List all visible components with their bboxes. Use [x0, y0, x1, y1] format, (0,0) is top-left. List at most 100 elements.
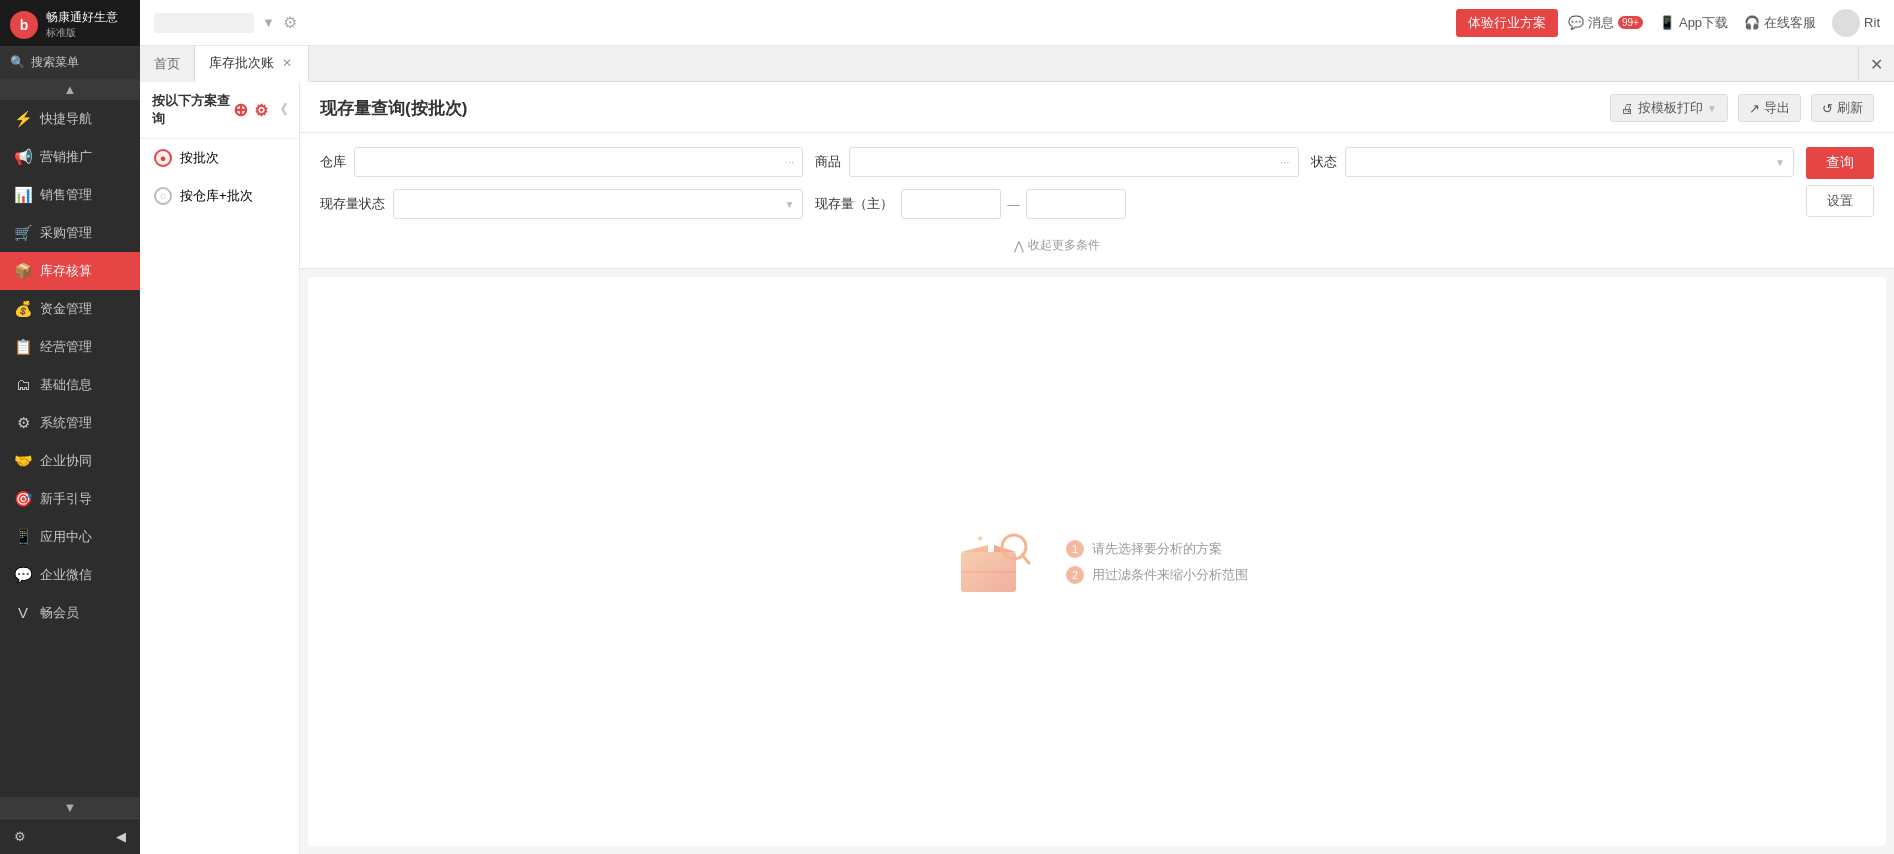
sidebar-label-system: 系统管理	[40, 414, 92, 432]
messages-badge: 99+	[1618, 16, 1643, 29]
add-scheme-icon[interactable]: ⊕	[233, 99, 248, 121]
collapse-filter-button[interactable]: ⋀ 收起更多条件	[320, 231, 1794, 254]
product-more-icon[interactable]: ···	[1280, 155, 1290, 169]
by-batch-icon: ●	[154, 149, 172, 167]
stock-status-select[interactable]: ▼	[393, 189, 803, 219]
sidebar-scroll-up[interactable]: ▲	[0, 79, 140, 100]
breadcrumb-input[interactable]	[154, 13, 254, 33]
settings-icon[interactable]: ⚙	[14, 829, 26, 844]
app-logo: b	[10, 11, 38, 39]
sidebar-item-wx[interactable]: 💬 企业微信	[0, 556, 140, 594]
sidebar-item-vip[interactable]: V 畅会员	[0, 594, 140, 632]
stock-qty-min[interactable]	[901, 189, 1001, 219]
sidebar: b 畅康通好生意 标准版 🔍 搜索菜单 ▲ ⚡ 快捷导航 📢 营销推广 📊 销售…	[0, 0, 140, 854]
sidebar-items: ⚡ 快捷导航 📢 营销推广 📊 销售管理 🛒 采购管理 📦 库存核算 💰 资金管…	[0, 100, 140, 797]
empty-tip-2: 2 用过滤条件来缩小分析范围	[1066, 566, 1248, 584]
refresh-icon: ↺	[1822, 101, 1833, 116]
sidebar-label-finance: 资金管理	[40, 300, 92, 318]
collapse-sidebar-icon[interactable]: ◀	[116, 829, 126, 844]
sidebar-item-purchase[interactable]: 🛒 采购管理	[0, 214, 140, 252]
sidebar-scroll-down[interactable]: ▼	[0, 797, 140, 818]
print-button[interactable]: 🖨 按模板打印 ▼	[1610, 94, 1728, 122]
tab-close-icon[interactable]: ✕	[280, 56, 294, 70]
filter-row-2: 现存量状态 ▼ 现存量（主） —	[320, 189, 1794, 219]
export-icon: ↗	[1749, 101, 1760, 116]
trial-button[interactable]: 体验行业方案	[1456, 9, 1558, 37]
sidebar-icon-sales: 📊	[14, 186, 32, 204]
empty-tips: 1 请先选择要分析的方案 2 用过滤条件来缩小分析范围	[1066, 540, 1248, 584]
search-icon: 🔍	[10, 55, 25, 69]
sidebar-item-finance[interactable]: 💰 资金管理	[0, 290, 140, 328]
avatar	[1832, 9, 1860, 37]
export-button[interactable]: ↗ 导出	[1738, 94, 1801, 122]
sidebar-icon-purchase: 🛒	[14, 224, 32, 242]
sidebar-item-marketing[interactable]: 📢 营销推广	[0, 138, 140, 176]
filter-row-1: 仓库 ··· 商品 ···	[320, 147, 1794, 177]
sidebar-item-basic[interactable]: 🗂 基础信息	[0, 366, 140, 404]
refresh-button[interactable]: ↺ 刷新	[1811, 94, 1874, 122]
stock-status-label: 现存量状态	[320, 195, 385, 213]
dropdown-icon[interactable]: ▼	[262, 15, 275, 30]
sidebar-item-operation[interactable]: 📋 经营管理	[0, 328, 140, 366]
tab-inventory-batch-label: 库存批次账	[209, 54, 274, 72]
collapse-label: 收起更多条件	[1028, 237, 1100, 254]
topbar: ▼ ⚙ 体验行业方案 💬 消息 99+ 📱 App下载 🎧 在线客服 Rit	[140, 0, 1894, 46]
stock-qty-label: 现存量（主）	[815, 195, 893, 213]
user-name: Rit	[1864, 15, 1880, 30]
status-select[interactable]: ▼	[1345, 147, 1794, 177]
sidebar-label-operation: 经营管理	[40, 338, 92, 356]
sidebar-label-inventory: 库存核算	[40, 262, 92, 280]
sidebar-icon-marketing: 📢	[14, 148, 32, 166]
filter-area: 仓库 ··· 商品 ···	[300, 133, 1894, 269]
filter-settings-button[interactable]: 设置	[1806, 185, 1874, 217]
product-label: 商品	[815, 153, 841, 171]
filter-product: 商品 ···	[815, 147, 1298, 177]
warehouse-input[interactable]: ···	[354, 147, 803, 177]
empty-content: ✦ 1 请先选择要分析的方案 2 用过滤条件来缩小分析范围	[946, 517, 1248, 607]
sidebar-item-app-center[interactable]: 📱 应用中心	[0, 518, 140, 556]
scheme-item-by-batch[interactable]: ● 按批次	[140, 139, 299, 177]
collapse-panel-icon[interactable]: 《	[274, 101, 287, 119]
sidebar-label-vip: 畅会员	[40, 604, 79, 622]
by-warehouse-batch-label: 按仓库+批次	[180, 187, 253, 205]
svg-marker-2	[994, 545, 1016, 552]
app-download-button[interactable]: 📱 App下载	[1659, 14, 1728, 32]
sidebar-item-system[interactable]: ⚙ 系统管理	[0, 404, 140, 442]
sidebar-label-guide: 新手引导	[40, 490, 92, 508]
sidebar-item-enterprise[interactable]: 🤝 企业协同	[0, 442, 140, 480]
product-input[interactable]: ···	[849, 147, 1298, 177]
empty-state: ✦ 1 请先选择要分析的方案 2 用过滤条件来缩小分析范围	[308, 277, 1886, 846]
sidebar-item-guide[interactable]: 🎯 新手引导	[0, 480, 140, 518]
empty-tip-1: 1 请先选择要分析的方案	[1066, 540, 1248, 558]
sidebar-search[interactable]: 🔍 搜索菜单	[0, 46, 140, 79]
tab-inventory-batch[interactable]: 库存批次账 ✕	[195, 46, 309, 82]
by-batch-label: 按批次	[180, 149, 219, 167]
sidebar-label-app-center: 应用中心	[40, 528, 92, 546]
online-service-label: 在线客服	[1764, 14, 1816, 32]
sidebar-item-sales[interactable]: 📊 销售管理	[0, 176, 140, 214]
query-button[interactable]: 查询	[1806, 147, 1874, 179]
warehouse-more-icon[interactable]: ···	[784, 155, 794, 169]
settings-icon[interactable]: ⚙	[283, 13, 297, 32]
filter-stock-status: 现存量状态 ▼	[320, 189, 803, 219]
print-label: 按模板打印	[1638, 99, 1703, 117]
scheme-item-by-warehouse-batch[interactable]: ○ 按仓库+批次	[140, 177, 299, 215]
sidebar-item-quick-nav[interactable]: ⚡ 快捷导航	[0, 100, 140, 138]
tab-close-right[interactable]: ✕	[1858, 46, 1894, 82]
content-area: 按以下方案查询 ⊕ ⚙ 《 ● 按批次 ○ 按仓库+批次	[140, 82, 1894, 854]
headset-icon: 🎧	[1744, 15, 1760, 30]
warehouse-label: 仓库	[320, 153, 346, 171]
collapse-up-icon: ⋀	[1014, 239, 1024, 253]
scheme-settings-icon[interactable]: ⚙	[254, 101, 268, 120]
messages-label: 消息	[1588, 14, 1614, 32]
messages-button[interactable]: 💬 消息 99+	[1568, 14, 1643, 32]
sidebar-item-inventory[interactable]: 📦 库存核算	[0, 252, 140, 290]
sidebar-label-sales: 销售管理	[40, 186, 92, 204]
app-download-label: App下载	[1679, 14, 1728, 32]
tab-home[interactable]: 首页	[140, 46, 195, 82]
stock-status-dropdown-icon: ▼	[784, 199, 794, 210]
svg-text:✦: ✦	[976, 533, 984, 544]
stock-qty-max[interactable]	[1026, 189, 1126, 219]
user-area[interactable]: Rit	[1832, 9, 1880, 37]
online-service-button[interactable]: 🎧 在线客服	[1744, 14, 1816, 32]
